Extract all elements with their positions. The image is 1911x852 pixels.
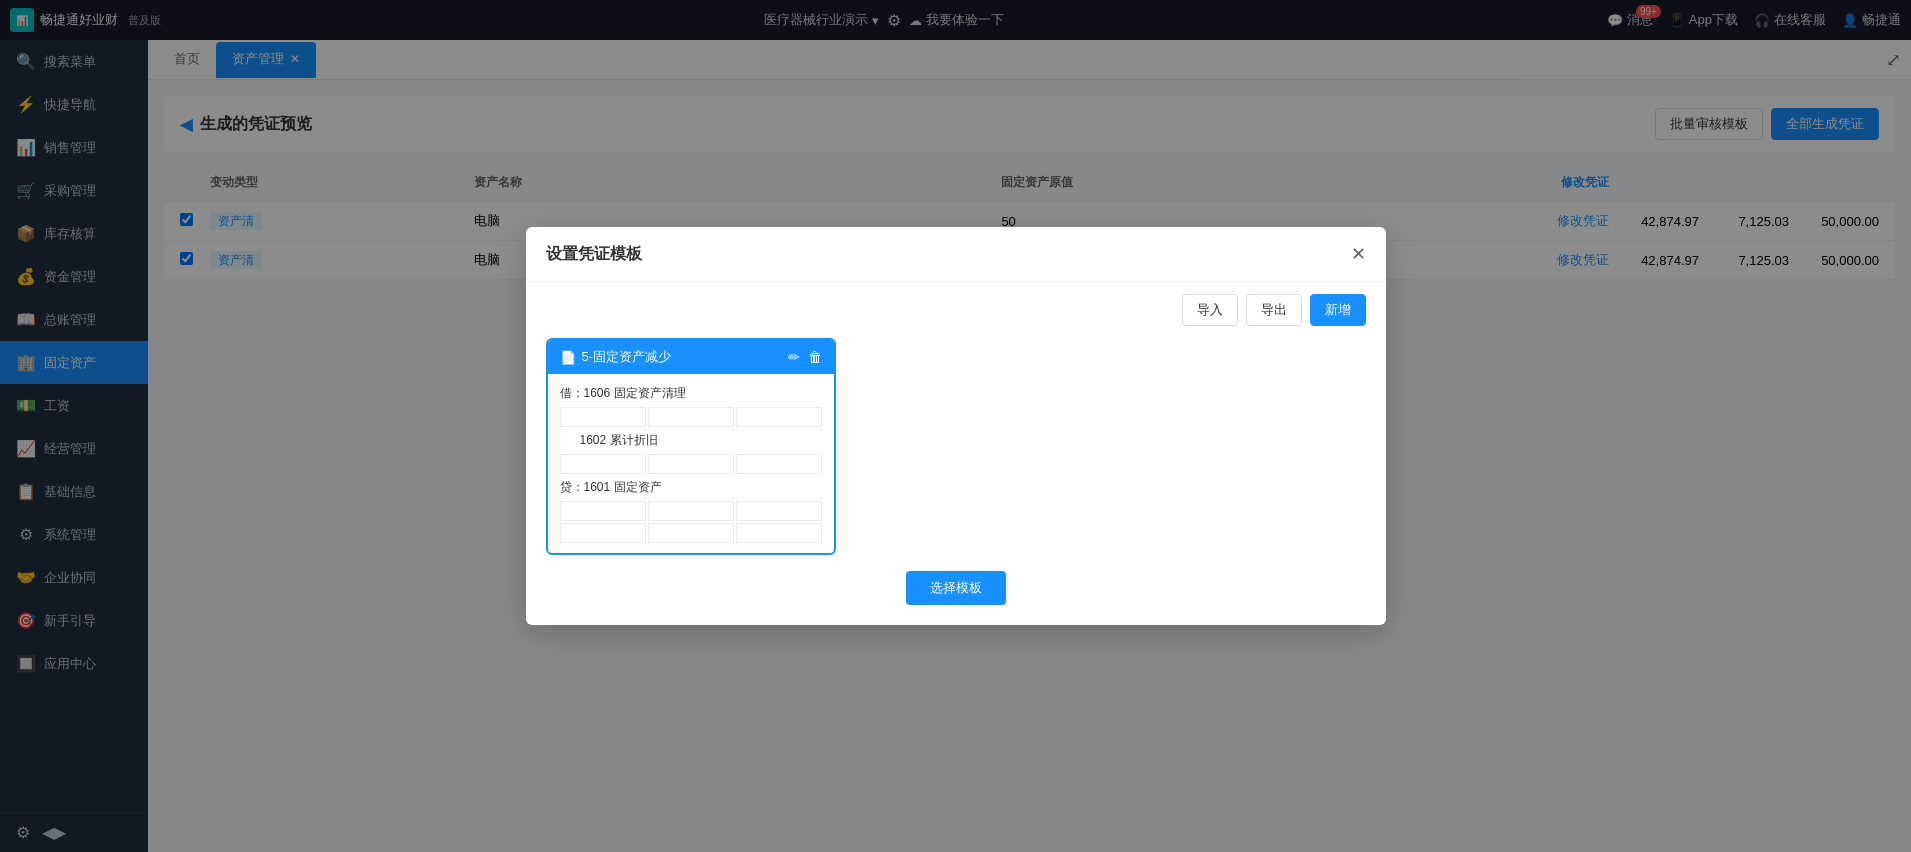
delete-template-btn[interactable]: 🗑 bbox=[808, 349, 822, 365]
entry-cell bbox=[648, 407, 734, 427]
select-template-btn[interactable]: 选择模板 bbox=[906, 571, 1006, 605]
export-btn[interactable]: 导出 bbox=[1246, 294, 1302, 326]
template-list: 📄 5-固定资产减少 ✏ 🗑 借：1606 固定资产清理 bbox=[546, 338, 1366, 555]
template-entry: 贷：1601 固定资产 bbox=[560, 476, 822, 499]
document-icon: 📄 bbox=[560, 350, 576, 365]
entry-cell bbox=[560, 407, 646, 427]
entry-cell bbox=[648, 454, 734, 474]
modal-overlay: 设置凭证模板 ✕ 导入 导出 新增 📄 5-固定资产减少 ✏ bbox=[0, 0, 1911, 852]
entry-cell bbox=[648, 501, 734, 521]
entry-cell bbox=[648, 523, 734, 543]
template-name: 5-固定资产减少 bbox=[582, 348, 672, 366]
import-btn[interactable]: 导入 bbox=[1182, 294, 1238, 326]
template-card: 📄 5-固定资产减少 ✏ 🗑 借：1606 固定资产清理 bbox=[546, 338, 836, 555]
edit-template-btn[interactable]: ✏ bbox=[788, 349, 800, 365]
template-card-actions: ✏ 🗑 bbox=[788, 349, 822, 365]
entry-cell bbox=[736, 523, 822, 543]
modal-header: 设置凭证模板 ✕ bbox=[526, 227, 1386, 282]
template-card-body: 借：1606 固定资产清理 1602 累计折旧 贷：1601 固定资 bbox=[548, 374, 834, 553]
modal-title: 设置凭证模板 bbox=[546, 244, 642, 265]
modal-dialog: 设置凭证模板 ✕ 导入 导出 新增 📄 5-固定资产减少 ✏ bbox=[526, 227, 1386, 625]
new-template-btn[interactable]: 新增 bbox=[1310, 294, 1366, 326]
entry-cell bbox=[560, 501, 646, 521]
template-card-header-left: 📄 5-固定资产减少 bbox=[560, 348, 672, 366]
template-entry: 1602 累计折旧 bbox=[560, 429, 822, 452]
entry-cell bbox=[560, 454, 646, 474]
entry-cell bbox=[560, 523, 646, 543]
template-entry: 借：1606 固定资产清理 bbox=[560, 382, 822, 405]
modal-close-btn[interactable]: ✕ bbox=[1351, 243, 1366, 265]
entry-cell bbox=[736, 501, 822, 521]
entry-cell bbox=[736, 454, 822, 474]
template-card-header: 📄 5-固定资产减少 ✏ 🗑 bbox=[548, 340, 834, 374]
modal-body: 📄 5-固定资产减少 ✏ 🗑 借：1606 固定资产清理 bbox=[526, 338, 1386, 625]
entry-cell bbox=[736, 407, 822, 427]
modal-toolbar: 导入 导出 新增 bbox=[526, 282, 1386, 338]
